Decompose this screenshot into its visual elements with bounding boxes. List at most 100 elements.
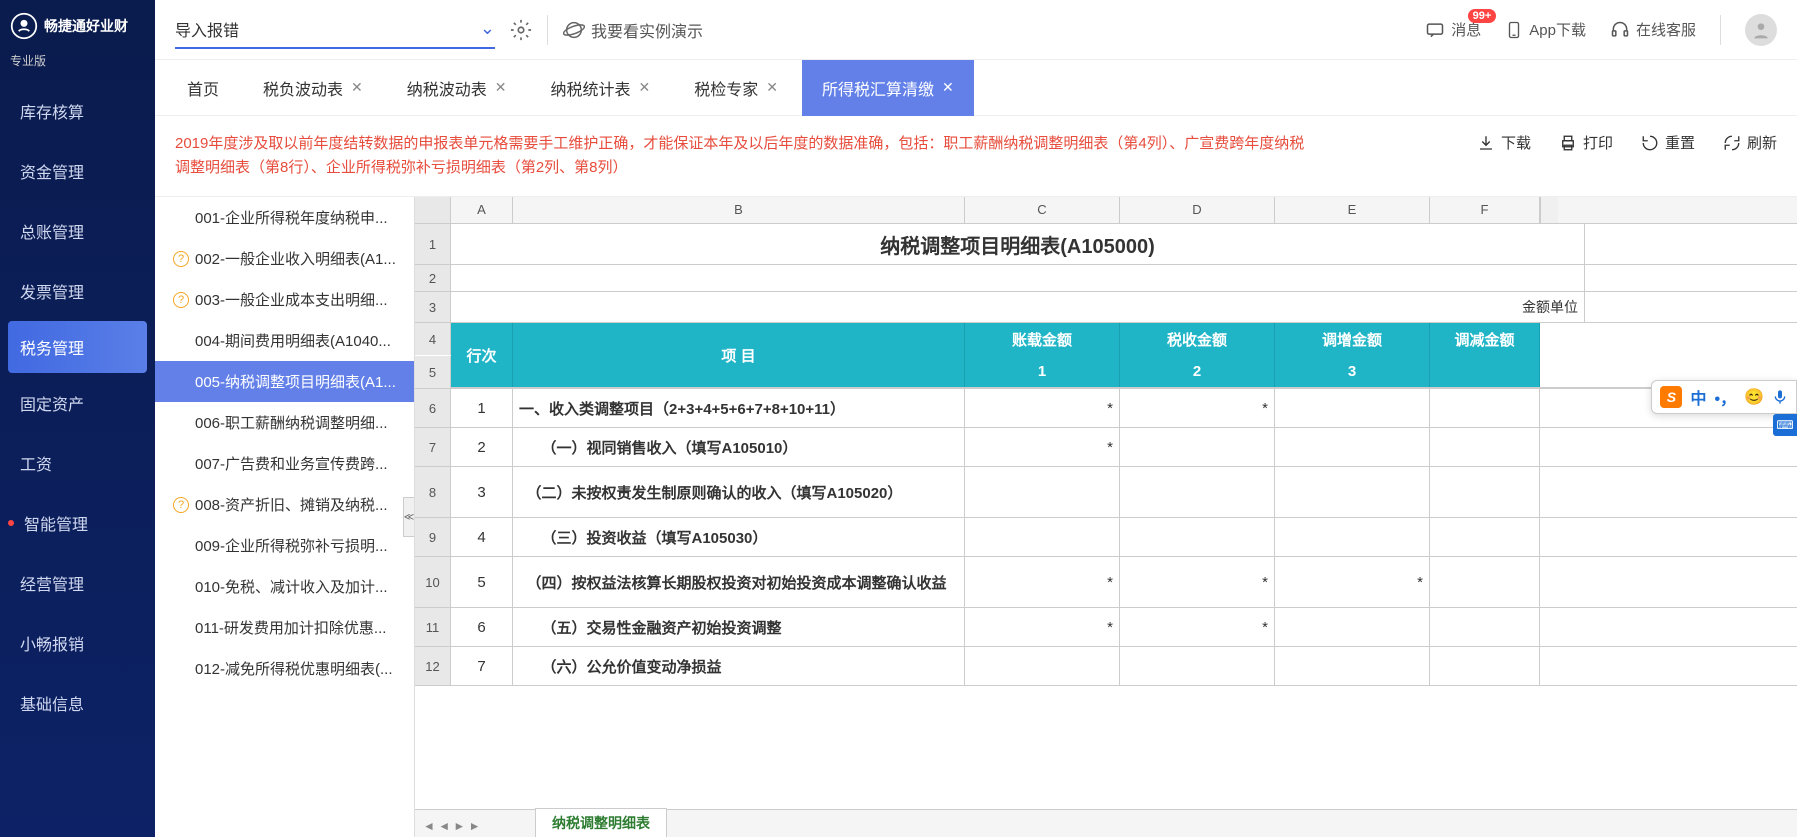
app-download-link[interactable]: App下载 [1505,19,1586,40]
tab-income-tax-settle[interactable]: 所得税汇算清缴✕ [802,60,974,116]
sheet-nav-arrows[interactable]: ◄ ◄ ► ► [423,819,481,833]
nav-assets[interactable]: 固定资产 [0,373,155,433]
cell[interactable]: （六）公允价值变动净损益 [513,647,965,685]
cell[interactable] [1120,518,1275,556]
collapse-handle[interactable]: ≪ [403,497,415,537]
nav-salary[interactable]: 工资 [0,433,155,493]
cell[interactable] [1120,467,1275,517]
form-item-010[interactable]: 010-免税、减计收入及加计... [155,566,414,607]
cell[interactable]: 1 [451,389,513,427]
col-header-c[interactable]: C [965,197,1120,223]
cell[interactable]: （一）视同销售收入（填写A105010） [513,428,965,466]
cell[interactable]: （三）投资收益（填写A105030） [513,518,965,556]
cell[interactable]: * [965,557,1120,607]
refresh-button[interactable]: 刷新 [1723,132,1777,153]
cell[interactable] [1430,428,1540,466]
print-button[interactable]: 打印 [1559,132,1613,153]
ime-keyboard-icon[interactable]: ⌨ [1773,414,1797,436]
ime-emoji-icon[interactable]: 😊 [1744,387,1764,407]
close-icon[interactable]: ✕ [351,79,363,96]
cell[interactable]: 3 [451,467,513,517]
cell[interactable] [1275,647,1430,685]
nav-invoice[interactable]: 发票管理 [0,261,155,321]
nav-inventory[interactable]: 库存核算 [0,81,155,141]
form-item-007[interactable]: 007-广告费和业务宣传费跨... [155,443,414,484]
row-header-4[interactable]: 4 [415,323,451,355]
cell[interactable]: 2 [451,428,513,466]
cell[interactable] [965,518,1120,556]
nav-basic[interactable]: 基础信息 [0,673,155,733]
cell[interactable]: * [1275,557,1430,607]
cell[interactable]: 7 [451,647,513,685]
nav-tax[interactable]: 税务管理 [8,321,147,373]
close-icon[interactable]: ✕ [766,79,778,96]
tab-tax-expert[interactable]: 税检专家✕ [674,60,798,116]
cell[interactable]: 一、收入类调整项目（2+3+4+5+6+7+8+10+11） [513,389,965,427]
cell[interactable]: （二）未按权责发生制原则确认的收入（填写A105020） [513,467,965,517]
ime-toolbar[interactable]: S 中 •， 😊 [1651,380,1797,414]
form-item-012[interactable]: 012-减免所得税优惠明细表(... [155,648,414,689]
cell[interactable]: * [1120,608,1275,646]
form-item-008[interactable]: ?008-资产折旧、摊销及纳税... [155,484,414,525]
ime-punct-icon[interactable]: •， [1714,385,1736,409]
form-item-005[interactable]: 005-纳税调整项目明细表(A1... [155,361,414,402]
cell[interactable] [965,647,1120,685]
cell[interactable] [1430,389,1540,427]
col-header-a[interactable]: A [451,197,513,223]
download-button[interactable]: 下载 [1477,132,1531,153]
support-link[interactable]: 在线客服 [1610,19,1696,40]
search-dropdown[interactable]: 导入报错 ⌄ [175,11,495,49]
cell[interactable]: （四）按权益法核算长期股权投资对初始投资成本调整确认收益 [513,557,965,607]
user-avatar[interactable] [1745,14,1777,46]
tab-tax-change[interactable]: 纳税波动表✕ [387,60,527,116]
form-item-003[interactable]: ?003-一般企业成本支出明细... [155,279,414,320]
scroll-up-button[interactable] [1540,197,1558,223]
settings-icon[interactable] [510,19,532,41]
cell[interactable] [1430,557,1540,607]
form-item-006[interactable]: 006-职工薪酬纳税调整明细... [155,402,414,443]
row-header[interactable]: 7 [415,428,451,466]
nav-expense[interactable]: 小畅报销 [0,613,155,673]
col-header-f[interactable]: F [1430,197,1540,223]
cell[interactable] [1430,518,1540,556]
cell[interactable] [1275,518,1430,556]
select-all-corner[interactable] [415,197,451,223]
form-item-009[interactable]: 009-企业所得税弥补亏损明... [155,525,414,566]
col-header-b[interactable]: B [513,197,965,223]
row-header[interactable]: 11 [415,608,451,646]
cell[interactable] [1120,647,1275,685]
cell[interactable] [1275,389,1430,427]
col-header-d[interactable]: D [1120,197,1275,223]
cell[interactable] [965,467,1120,517]
row-header[interactable]: 12 [415,647,451,685]
close-icon[interactable]: ✕ [639,79,651,96]
cell[interactable]: （五）交易性金融资产初始投资调整 [513,608,965,646]
cell[interactable] [1430,467,1540,517]
row-header[interactable]: 8 [415,467,451,517]
nav-smart[interactable]: 智能管理 [0,493,155,553]
ime-mode[interactable]: 中 [1690,385,1706,409]
tab-home[interactable]: 首页 [167,60,239,116]
cell[interactable]: 5 [451,557,513,607]
row-header[interactable]: 9 [415,518,451,556]
cell[interactable]: 6 [451,608,513,646]
row-header-2[interactable]: 2 [415,265,451,291]
row-header-5[interactable]: 5 [415,356,451,388]
cell[interactable] [1430,608,1540,646]
cell[interactable]: 4 [451,518,513,556]
cell[interactable] [1430,647,1540,685]
col-header-e[interactable]: E [1275,197,1430,223]
form-item-004[interactable]: 004-期间费用明细表(A1040... [155,320,414,361]
cell[interactable]: * [1120,557,1275,607]
cell[interactable] [1275,608,1430,646]
cell[interactable] [1275,428,1430,466]
row-header[interactable]: 6 [415,389,451,427]
row-header[interactable]: 10 [415,557,451,607]
cell[interactable]: * [965,428,1120,466]
form-item-011[interactable]: 011-研发费用加计扣除优惠... [155,607,414,648]
row-header-3[interactable]: 3 [415,292,451,322]
form-item-001[interactable]: 001-企业所得税年度纳税申... [155,197,414,238]
message-link[interactable]: 消息 99+ [1425,19,1481,40]
sheet-tab[interactable]: 纳税调整明细表 [535,808,667,837]
cell[interactable] [1275,467,1430,517]
